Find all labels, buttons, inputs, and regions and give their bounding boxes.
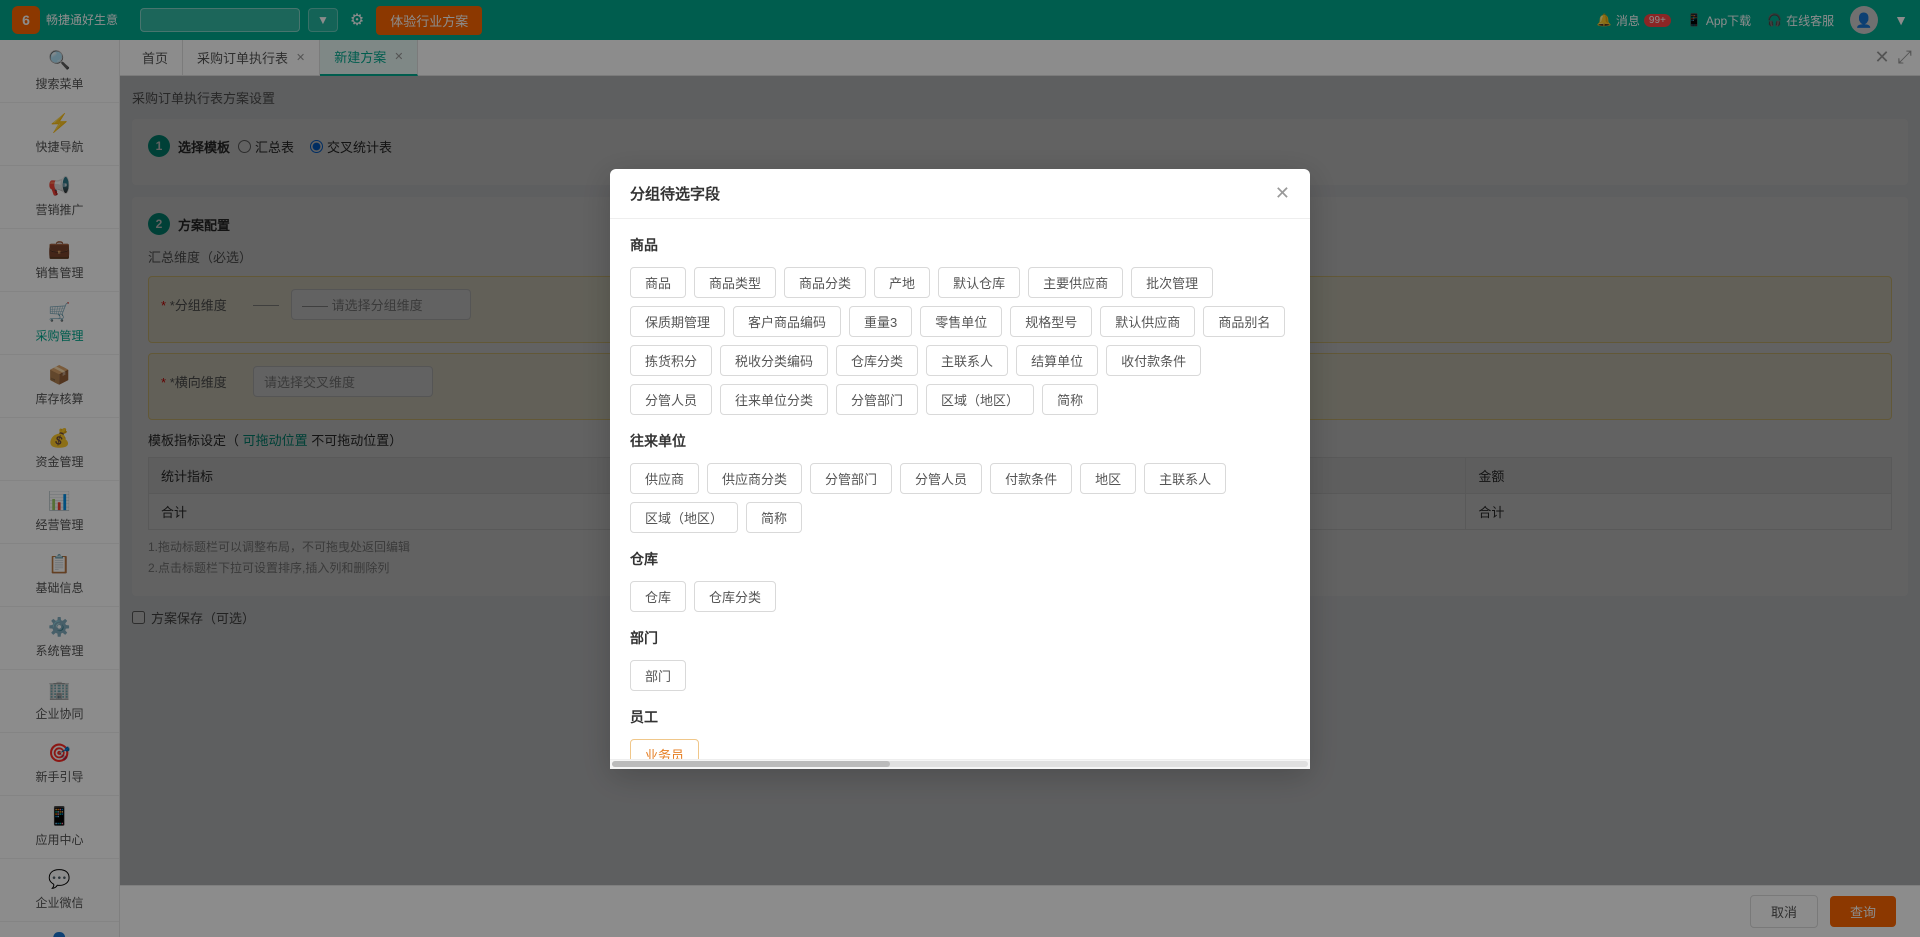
field-chip-retail-unit[interactable]: 零售单位	[920, 306, 1002, 337]
field-chip-warehouse-cat[interactable]: 仓库分类	[694, 581, 776, 612]
field-chip-warehouse-category[interactable]: 仓库分类	[836, 345, 918, 376]
field-chip-main-contact[interactable]: 主联系人	[926, 345, 1008, 376]
section-title-partner: 往来单位	[630, 431, 1290, 451]
section-title-warehouse: 仓库	[630, 549, 1290, 569]
modal-close-button[interactable]: ✕	[1275, 183, 1290, 204]
field-chip-partner-dept[interactable]: 分管部门	[810, 463, 892, 494]
field-chip-warehouse[interactable]: 仓库	[630, 581, 686, 612]
field-chip-abbr[interactable]: 简称	[1042, 384, 1098, 415]
modal-header: 分组待选字段 ✕	[610, 169, 1310, 219]
modal-dialog: 分组待选字段 ✕ 商品 商品 商品类型 商品分类 产地 默认仓库 主要供应商 批…	[610, 169, 1310, 769]
field-chip-dept[interactable]: 分管部门	[836, 384, 918, 415]
field-chip-partner-payment[interactable]: 付款条件	[990, 463, 1072, 494]
field-chip-origin[interactable]: 产地	[874, 267, 930, 298]
section-title-employee: 员工	[630, 707, 1290, 727]
modal-horizontal-scrollbar[interactable]	[610, 759, 1310, 768]
warehouse-fields: 仓库 仓库分类	[630, 581, 1290, 612]
field-chip-salesperson[interactable]: 业务员	[630, 739, 699, 760]
field-chip-default-warehouse[interactable]: 默认仓库	[938, 267, 1020, 298]
field-chip-supplier[interactable]: 供应商	[630, 463, 699, 494]
modal-overlay: 分组待选字段 ✕ 商品 商品 商品类型 商品分类 产地 默认仓库 主要供应商 批…	[0, 0, 1920, 937]
field-chip-partner-category[interactable]: 往来单位分类	[720, 384, 828, 415]
field-chip-shelf-life[interactable]: 保质期管理	[630, 306, 725, 337]
field-chip-supervisor[interactable]: 分管人员	[630, 384, 712, 415]
field-chip-partner-region[interactable]: 区域（地区）	[630, 502, 738, 533]
field-chip-supplier-category[interactable]: 供应商分类	[707, 463, 802, 494]
field-chip-goods[interactable]: 商品	[630, 267, 686, 298]
field-chip-tax-code[interactable]: 税收分类编码	[720, 345, 828, 376]
field-chip-goods-type[interactable]: 商品类型	[694, 267, 776, 298]
field-chip-spec-model[interactable]: 规格型号	[1010, 306, 1092, 337]
modal-body[interactable]: 商品 商品 商品类型 商品分类 产地 默认仓库 主要供应商 批次管理 保质期管理…	[610, 219, 1310, 760]
field-chip-payment-terms[interactable]: 收付款条件	[1106, 345, 1201, 376]
field-chip-default-supplier[interactable]: 默认供应商	[1100, 306, 1195, 337]
field-chip-goods-category[interactable]: 商品分类	[784, 267, 866, 298]
department-fields: 部门	[630, 660, 1290, 691]
field-chip-area[interactable]: 地区	[1080, 463, 1136, 494]
field-chip-partner-contact[interactable]: 主联系人	[1144, 463, 1226, 494]
field-chip-pick-points[interactable]: 拣货积分	[630, 345, 712, 376]
field-chip-customer-code[interactable]: 客户商品编码	[733, 306, 841, 337]
partner-fields: 供应商 供应商分类 分管部门 分管人员 付款条件 地区 主联系人 区域（地区） …	[630, 463, 1290, 533]
field-chip-goods-alias[interactable]: 商品别名	[1203, 306, 1285, 337]
section-title-department: 部门	[630, 628, 1290, 648]
field-chip-partner-supervisor[interactable]: 分管人员	[900, 463, 982, 494]
field-chip-main-supplier[interactable]: 主要供应商	[1028, 267, 1123, 298]
field-chip-region[interactable]: 区域（地区）	[926, 384, 1034, 415]
field-chip-partner-abbr[interactable]: 简称	[746, 502, 802, 533]
field-chip-batch-mgmt[interactable]: 批次管理	[1131, 267, 1213, 298]
section-title-goods: 商品	[630, 235, 1290, 255]
modal-title: 分组待选字段	[630, 183, 720, 204]
field-chip-department[interactable]: 部门	[630, 660, 686, 691]
employee-fields: 业务员	[630, 739, 1290, 760]
field-chip-weight3[interactable]: 重量3	[849, 306, 912, 337]
goods-fields: 商品 商品类型 商品分类 产地 默认仓库 主要供应商 批次管理 保质期管理 客户…	[630, 267, 1290, 415]
field-chip-settlement-unit[interactable]: 结算单位	[1016, 345, 1098, 376]
